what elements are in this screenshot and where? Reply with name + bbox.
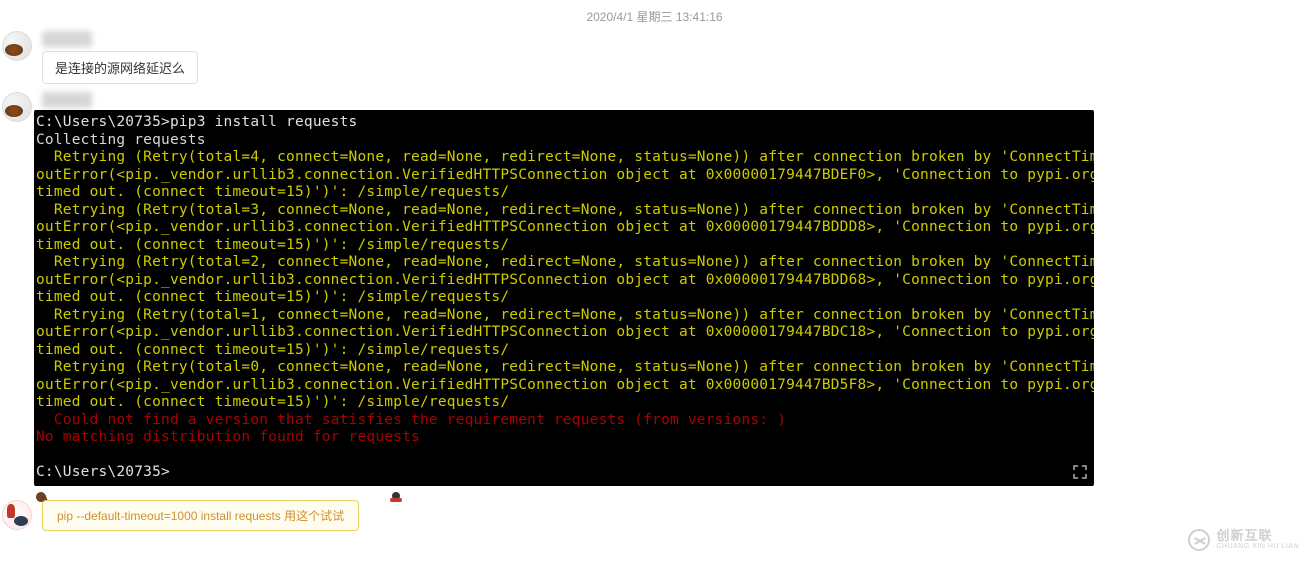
terminal-retry-line: Retrying (Retry(total=4, connect=None, r… bbox=[36, 149, 1094, 200]
terminal-error-line: Could not find a version that satisfies … bbox=[36, 412, 786, 428]
terminal-prompt-line: C:\Users\20735> bbox=[36, 464, 170, 480]
user-nickname bbox=[42, 92, 92, 108]
watermark-sub-text: CHUANG XIN HU LIAN bbox=[1216, 543, 1299, 551]
bubble-decoration-icon bbox=[392, 492, 406, 506]
watermark-main-text: 创新互联 bbox=[1216, 529, 1299, 543]
terminal-retry-line: Retrying (Retry(total=1, connect=None, r… bbox=[36, 307, 1094, 358]
terminal-output-line: Collecting requests bbox=[36, 132, 206, 148]
message-bubble[interactable]: 是连接的源网络延迟么 bbox=[42, 51, 198, 84]
message-2: C:\Users\20735>pip3 install requests Col… bbox=[0, 92, 1309, 486]
terminal-prompt-line: C:\Users\20735>pip3 install requests bbox=[36, 114, 357, 130]
expand-icon[interactable] bbox=[1072, 464, 1088, 480]
terminal-retry-line: Retrying (Retry(total=2, connect=None, r… bbox=[36, 254, 1094, 305]
user-nickname bbox=[42, 31, 92, 47]
terminal-error-line: No matching distribution found for reque… bbox=[36, 429, 420, 445]
message-timestamp: 2020/4/1 星期三 13:41:16 bbox=[0, 0, 1309, 31]
avatar[interactable] bbox=[2, 500, 32, 530]
terminal-retry-line: Retrying (Retry(total=0, connect=None, r… bbox=[36, 359, 1094, 410]
terminal-screenshot[interactable]: C:\Users\20735>pip3 install requests Col… bbox=[34, 110, 1094, 486]
message-1: 是连接的源网络延迟么 bbox=[0, 31, 1309, 84]
message-3: pip --default-timeout=1000 install reque… bbox=[0, 500, 1309, 531]
avatar[interactable] bbox=[2, 31, 32, 61]
terminal-retry-line: Retrying (Retry(total=3, connect=None, r… bbox=[36, 202, 1094, 253]
watermark-logo-icon bbox=[1188, 529, 1210, 551]
message-bubble[interactable]: pip --default-timeout=1000 install reque… bbox=[42, 500, 359, 531]
watermark: 创新互联 CHUANG XIN HU LIAN bbox=[1188, 529, 1299, 551]
avatar[interactable] bbox=[2, 92, 32, 122]
